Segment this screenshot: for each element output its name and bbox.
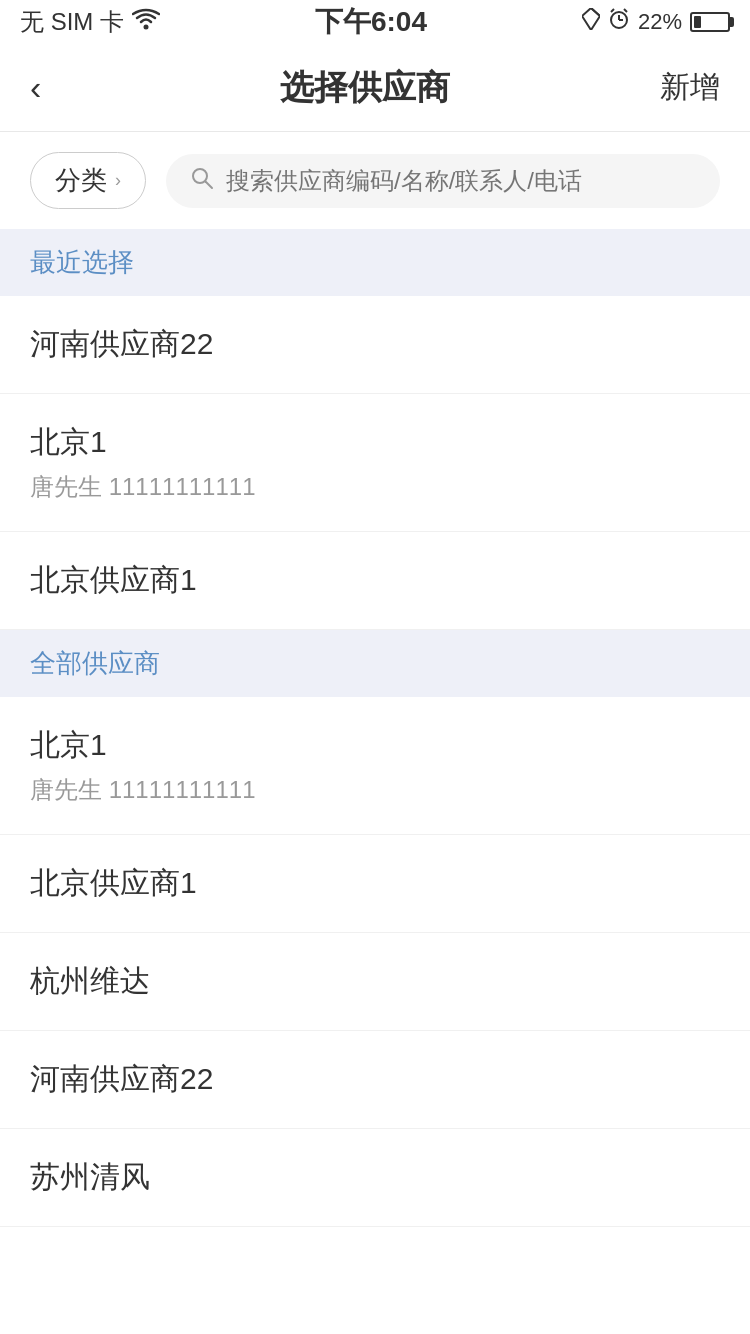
section-header-0: 最近选择 [0, 229, 750, 296]
item-name: 河南供应商22 [30, 324, 720, 365]
item-name: 苏州清风 [30, 1157, 720, 1198]
battery-percentage: 22% [638, 9, 682, 35]
page-title: 选择供应商 [90, 65, 640, 111]
list-item[interactable]: 杭州维达 [0, 933, 750, 1031]
location-icon [582, 8, 600, 36]
list-item[interactable]: 北京供应商1 [0, 835, 750, 933]
back-button[interactable]: ‹ [30, 68, 90, 107]
list-item[interactable]: 北京1 唐先生 11111111111 [0, 697, 750, 835]
add-button[interactable]: 新增 [640, 67, 720, 108]
list-item[interactable]: 北京供应商1 [0, 532, 750, 630]
list-item[interactable]: 北京1 唐先生 11111111111 [0, 394, 750, 532]
battery-icon [690, 12, 730, 32]
wifi-icon [132, 8, 160, 36]
svg-point-0 [144, 25, 149, 30]
item-name: 北京1 [30, 725, 720, 766]
item-sub: 唐先生 11111111111 [30, 471, 720, 503]
supplier-list: 最近选择河南供应商22 北京1 唐先生 11111111111 北京供应商1 全部供应商… [0, 229, 750, 1227]
category-filter-button[interactable]: 分类 › [30, 152, 146, 209]
section-header-1: 全部供应商 [0, 630, 750, 697]
search-input[interactable] [226, 167, 696, 195]
item-name: 北京1 [30, 422, 720, 463]
status-right: 22% [582, 8, 730, 36]
status-time: 下午6:04 [315, 3, 427, 41]
filter-bar: 分类 › [0, 132, 750, 229]
status-left: 无 SIM 卡 [20, 6, 160, 38]
item-name: 北京供应商1 [30, 560, 720, 601]
section-title-0: 最近选择 [30, 247, 134, 277]
search-icon [190, 166, 214, 196]
alarm-icon [608, 8, 630, 36]
item-name: 杭州维达 [30, 961, 720, 1002]
category-label: 分类 [55, 163, 107, 198]
item-sub: 唐先生 11111111111 [30, 774, 720, 806]
search-box[interactable] [166, 154, 720, 208]
section-title-1: 全部供应商 [30, 648, 160, 678]
list-item[interactable]: 河南供应商22 [0, 296, 750, 394]
item-name: 北京供应商1 [30, 863, 720, 904]
nav-bar: ‹ 选择供应商 新增 [0, 44, 750, 132]
chevron-right-icon: › [115, 170, 121, 191]
sim-status: 无 SIM 卡 [20, 6, 124, 38]
item-name: 河南供应商22 [30, 1059, 720, 1100]
svg-line-5 [624, 9, 627, 12]
svg-line-7 [206, 181, 213, 188]
list-item[interactable]: 苏州清风 [0, 1129, 750, 1227]
list-item[interactable]: 河南供应商22 [0, 1031, 750, 1129]
svg-line-4 [611, 9, 614, 12]
status-bar: 无 SIM 卡 下午6:04 [0, 0, 750, 44]
